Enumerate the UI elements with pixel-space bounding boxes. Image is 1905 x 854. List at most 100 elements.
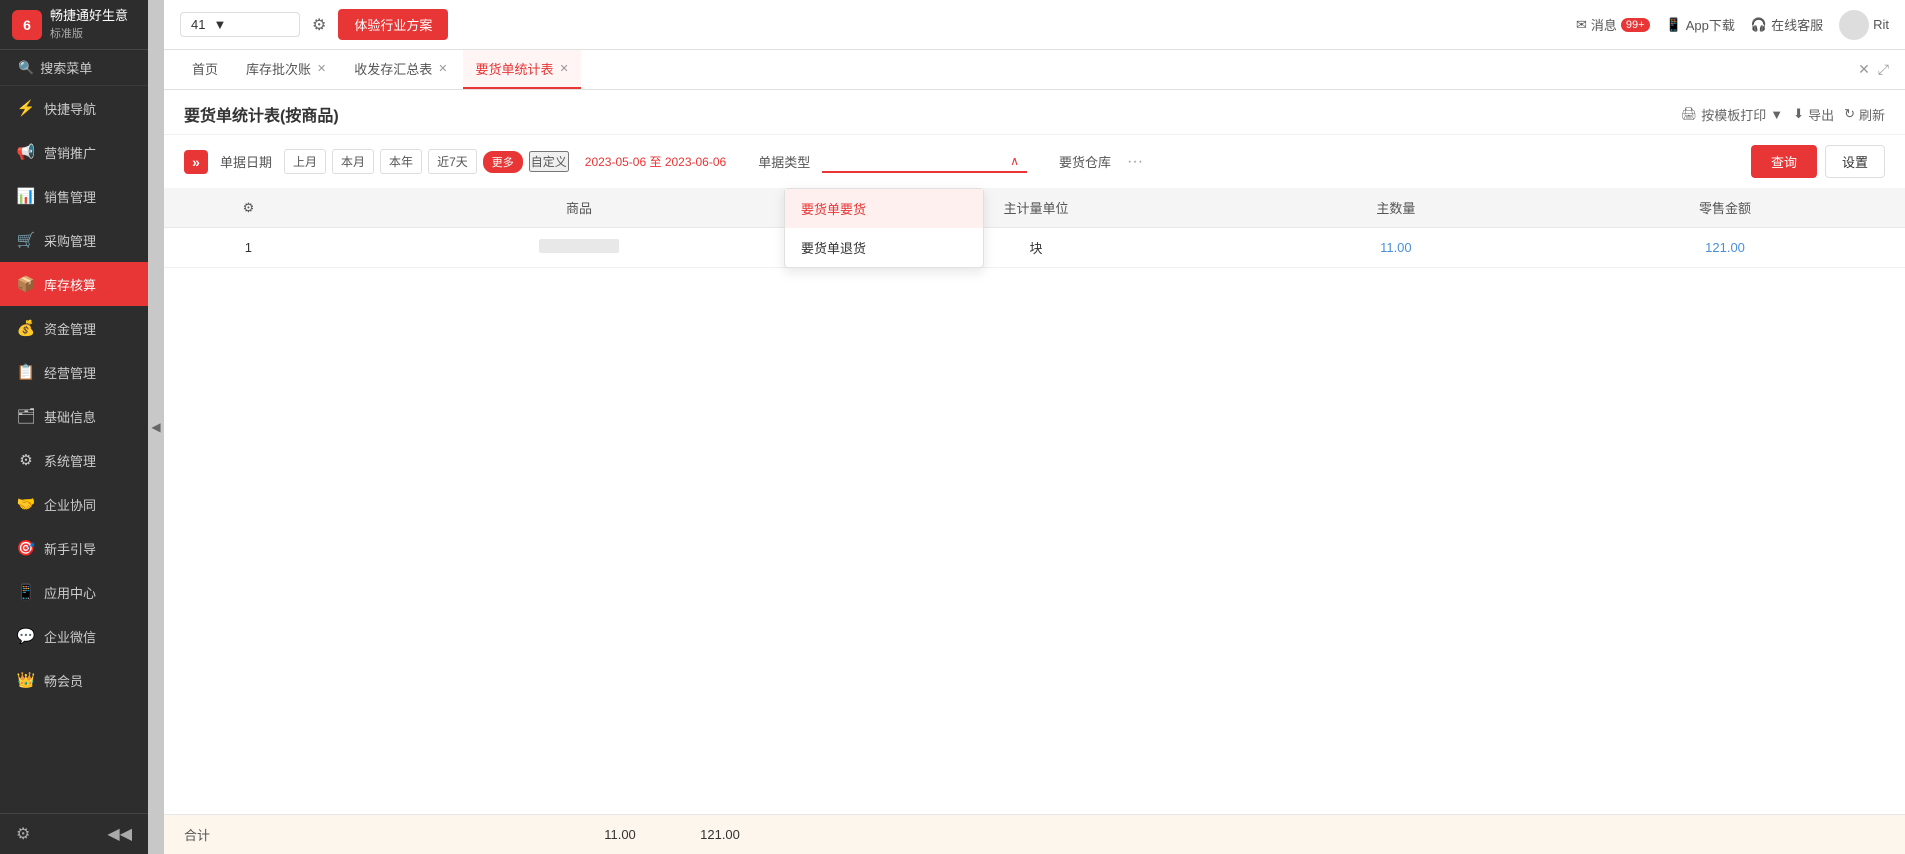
footer-cells: 11.00 121.00 bbox=[230, 827, 770, 842]
sidebar-item-collab[interactable]: 🤝企业协同 bbox=[0, 482, 148, 526]
tab-label-home: 首页 bbox=[192, 59, 218, 78]
sidebar-item-finance[interactable]: 💰资金管理 bbox=[0, 306, 148, 350]
message-icon: ✉ bbox=[1576, 17, 1587, 33]
tab-label-collect: 收发存汇总表 bbox=[354, 59, 432, 78]
avatar bbox=[1839, 10, 1869, 40]
nav-label-sales: 销售管理 bbox=[44, 187, 96, 206]
topbar-left: 41 ▼ ⚙ 体验行业方案 bbox=[180, 9, 448, 40]
user-avatar-btn[interactable]: Rit bbox=[1839, 10, 1889, 40]
type-select[interactable]: ∧ bbox=[822, 150, 1027, 173]
settings-button[interactable]: 设置 bbox=[1825, 145, 1885, 178]
table-row: 1 块 11.00 121.00 bbox=[164, 228, 1905, 268]
date-btn-thismonth[interactable]: 本月 bbox=[332, 149, 374, 174]
nav-label-inventory: 库存核算 bbox=[44, 275, 96, 294]
trial-button[interactable]: 体验行业方案 bbox=[338, 9, 448, 40]
sidebar-item-base[interactable]: 🗂 基础信息 bbox=[0, 394, 148, 438]
sidebar-item-purchase[interactable]: 🛒采购管理 bbox=[0, 218, 148, 262]
sidebar-item-system[interactable]: ⚙系统管理 bbox=[0, 438, 148, 482]
nav-icon-vip: 👑 bbox=[16, 670, 36, 690]
app-download-btn[interactable]: 📱 App下载 bbox=[1666, 15, 1735, 34]
sidebar-item-quicknav[interactable]: ⚡ 快捷导航 bbox=[0, 86, 148, 130]
sidebar: 6 畅捷通好生意 标准版 🔍 搜索菜单 ⚡ 快捷导航 📢营销推广📊销售管理🛒采购管理… bbox=[0, 0, 148, 854]
nav-label-guide: 新手引导 bbox=[44, 539, 96, 558]
sidebar-item-guide[interactable]: 🎯新手引导 bbox=[0, 526, 148, 570]
export-icon: ⬇ bbox=[1793, 106, 1804, 122]
tab-label-order_stat: 要货单统计表 bbox=[475, 59, 553, 78]
row-amount[interactable]: 121.00 bbox=[1545, 228, 1905, 268]
refresh-label: 刷新 bbox=[1859, 105, 1885, 124]
filter-bar: » 单据日期 上月 本月 本年 近7天 更多 自定义 2023-05-06 至 … bbox=[164, 134, 1905, 188]
date-range: 2023-05-06 至 2023-06-06 bbox=[585, 153, 726, 170]
sidebar-item-inventory[interactable]: 📦 库存核算 bbox=[0, 262, 148, 306]
tab-close-order_stat[interactable]: ✕ bbox=[560, 62, 569, 75]
more-badge[interactable]: 更多 bbox=[483, 151, 523, 173]
main-area: 41 ▼ ⚙ 体验行业方案 ✉ 消息 99+ 📱 App下载 🎧 在线客服 R bbox=[164, 0, 1905, 854]
chevron-down-icon: ▼ bbox=[213, 17, 226, 32]
nav-icon-quicknav: ⚡ bbox=[16, 98, 36, 118]
nav-icon-finance: 💰 bbox=[16, 318, 36, 338]
tab-home[interactable]: 首页 bbox=[180, 50, 230, 89]
print-label: 按模板打印 bbox=[1701, 105, 1766, 124]
refresh-icon: ↻ bbox=[1844, 106, 1855, 122]
user-name: Rit bbox=[1873, 17, 1889, 32]
footer-label: 合计 bbox=[184, 825, 210, 844]
settings-icon[interactable]: ⚙ bbox=[16, 824, 30, 844]
topbar-settings-icon[interactable]: ⚙ bbox=[312, 15, 326, 35]
search-label: 搜索菜单 bbox=[40, 58, 92, 77]
online-service-btn[interactable]: 🎧 在线客服 bbox=[1751, 15, 1823, 34]
date-btn-7days[interactable]: 近7天 bbox=[428, 149, 477, 174]
print-btn[interactable]: 🖨 按模板打印 ▼ bbox=[1681, 105, 1783, 124]
nav-icon-inventory: 📦 bbox=[16, 274, 36, 294]
sidebar-item-wechat[interactable]: 💬企业微信 bbox=[0, 614, 148, 658]
nav-icon-marketing: 📢 bbox=[16, 142, 36, 162]
sidebar-logo: 6 畅捷通好生意 标准版 bbox=[0, 0, 148, 50]
company-selector[interactable]: 41 ▼ bbox=[180, 12, 300, 37]
tab-collect[interactable]: 收发存汇总表 ✕ bbox=[342, 50, 459, 89]
expand-window-btn[interactable]: ⤢ bbox=[1878, 61, 1889, 78]
nav-label-quicknav: 快捷导航 bbox=[44, 99, 96, 118]
refresh-btn[interactable]: ↻ 刷新 bbox=[1844, 105, 1885, 124]
tab-close-collect[interactable]: ✕ bbox=[438, 62, 447, 75]
collapse-icon[interactable]: ◀◀ bbox=[107, 824, 132, 844]
sidebar-collapse-handle[interactable]: ◀ bbox=[148, 0, 164, 854]
nav-label-base: 基础信息 bbox=[44, 407, 96, 426]
sidebar-item-vip[interactable]: 👑畅会员 bbox=[0, 658, 148, 702]
type-input[interactable] bbox=[830, 153, 1006, 168]
dropdown-item-0[interactable]: 要货单要货 bbox=[785, 189, 983, 228]
row-qty[interactable]: 11.00 bbox=[1247, 228, 1545, 268]
tab-batch[interactable]: 库存批次账 ✕ bbox=[234, 50, 338, 89]
date-btn-thisyear[interactable]: 本年 bbox=[380, 149, 422, 174]
close-window-btn[interactable]: ✕ bbox=[1858, 61, 1870, 78]
date-btn-lastmonth[interactable]: 上月 bbox=[284, 149, 326, 174]
page-actions: 🖨 按模板打印 ▼ ⬇ 导出 ↻ 刷新 bbox=[1681, 105, 1885, 124]
nav-icon-base: 🗂 bbox=[16, 406, 36, 426]
nav-icon-appCenter: 📱 bbox=[16, 582, 36, 602]
export-btn[interactable]: ⬇ 导出 bbox=[1793, 105, 1834, 124]
table-footer: 合计 11.00 121.00 bbox=[164, 814, 1905, 854]
tab-close-batch[interactable]: ✕ bbox=[317, 62, 326, 75]
date-btn-custom[interactable]: 自定义 bbox=[529, 151, 569, 172]
topbar-right: ✉ 消息 99+ 📱 App下载 🎧 在线客服 Rit bbox=[1576, 10, 1889, 40]
nav-label-system: 系统管理 bbox=[44, 451, 96, 470]
warehouse-dots[interactable]: ··· bbox=[1127, 153, 1143, 171]
tab-label-batch: 库存批次账 bbox=[246, 59, 311, 78]
nav-label-operation: 经营管理 bbox=[44, 363, 96, 382]
sidebar-nav: ⚡ 快捷导航 📢营销推广📊销售管理🛒采购管理 📦 库存核算 💰资金管理📋经营管理 🗂 基础信息… bbox=[0, 86, 148, 813]
col-qty: 主数量 bbox=[1247, 188, 1545, 228]
table-container: ⚙ 商品 主计量单位 主数量 零售金额 1 块 11.00 121.00 bbox=[164, 188, 1905, 814]
filter-expand-btn[interactable]: » bbox=[184, 150, 208, 174]
query-button[interactable]: 查询 bbox=[1751, 145, 1817, 178]
sidebar-search[interactable]: 🔍 搜索菜单 bbox=[0, 50, 148, 86]
col-goods: 商品 bbox=[333, 188, 825, 228]
col-settings[interactable]: ⚙ bbox=[164, 188, 333, 228]
message-badge: 99+ bbox=[1621, 18, 1650, 32]
sidebar-item-marketing[interactable]: 📢营销推广 bbox=[0, 130, 148, 174]
tab-order_stat[interactable]: 要货单统计表 ✕ bbox=[463, 50, 580, 89]
sidebar-item-appCenter[interactable]: 📱应用中心 bbox=[0, 570, 148, 614]
message-btn[interactable]: ✉ 消息 99+ bbox=[1576, 15, 1650, 34]
sidebar-item-sales[interactable]: 📊销售管理 bbox=[0, 174, 148, 218]
sidebar-item-operation[interactable]: 📋经营管理 bbox=[0, 350, 148, 394]
dropdown-item-1[interactable]: 要货单退货 bbox=[785, 228, 983, 267]
brand-sub: 标准版 bbox=[50, 25, 128, 41]
online-service-label: 在线客服 bbox=[1771, 15, 1823, 34]
